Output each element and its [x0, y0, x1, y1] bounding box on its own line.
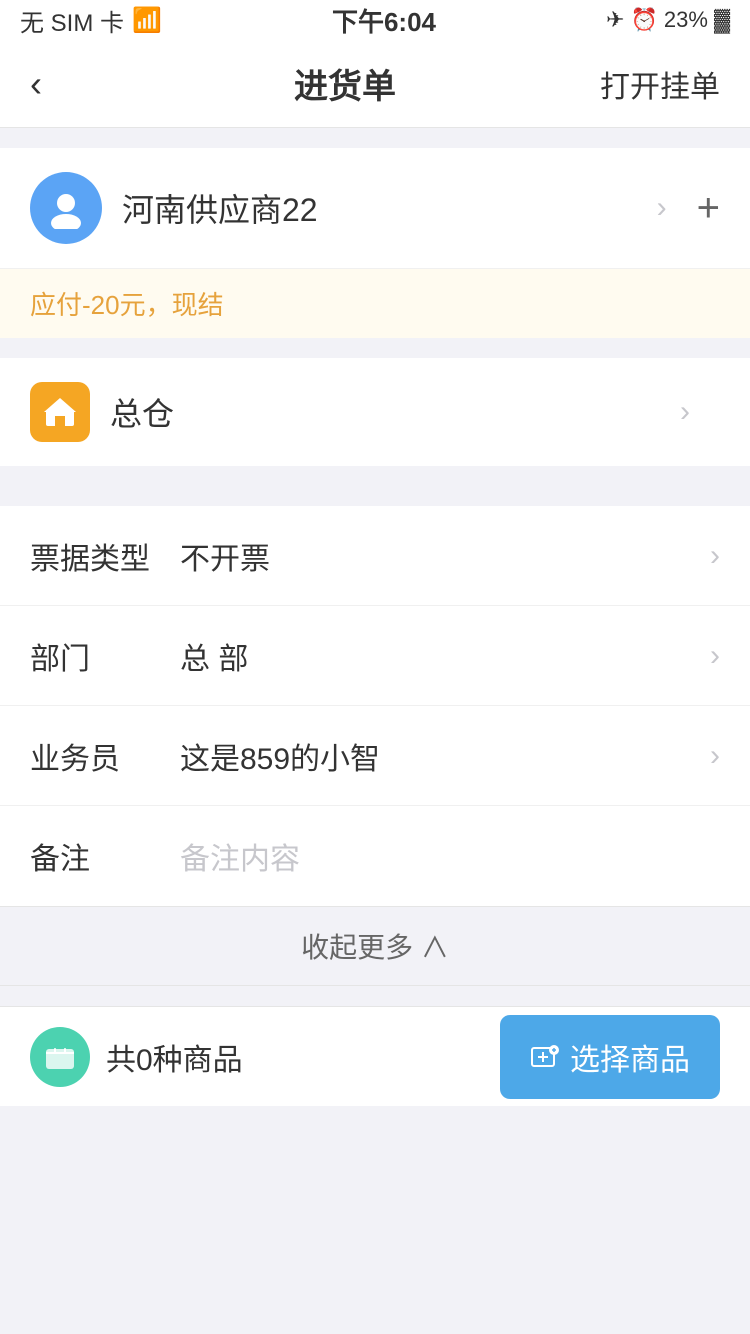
notice-bar: 应付-20元，现结 — [0, 269, 750, 338]
invoice-type-row[interactable]: 票据类型 不开票 › — [0, 506, 750, 606]
product-count: 共0种商品 — [106, 1035, 500, 1079]
location-icon: ✈ — [606, 7, 624, 33]
supplier-section: 河南供应商22 › + 应付-20元，现结 — [0, 148, 750, 338]
product-icon — [30, 1027, 90, 1087]
bottom-bar: 共0种商品 选择商品 — [0, 1006, 750, 1106]
gap-4 — [0, 986, 750, 1006]
status-bar: 无 SIM 卡 📶 下午6:04 ✈ ⏰ 23% ▓ — [0, 0, 750, 40]
invoice-type-value: 不开票 — [170, 534, 710, 578]
staff-row[interactable]: 业务员 这是859的小智 › — [0, 706, 750, 806]
avatar — [30, 172, 102, 244]
gap-3 — [0, 466, 750, 486]
add-icon[interactable]: + — [697, 186, 720, 231]
department-label: 部门 — [30, 634, 170, 678]
warehouse-section[interactable]: 总仓 › — [0, 358, 750, 466]
sim-label: 无 SIM 卡 — [20, 3, 124, 38]
gap-2 — [0, 338, 750, 358]
select-product-button[interactable]: 选择商品 — [500, 1015, 720, 1099]
invoice-chevron-icon: › — [710, 539, 720, 573]
warehouse-name: 总仓 — [110, 389, 680, 435]
remark-input[interactable]: 备注内容 — [170, 834, 720, 878]
alarm-icon: ⏰ — [630, 7, 657, 33]
staff-chevron-icon: › — [710, 739, 720, 773]
supplier-name: 河南供应商22 — [122, 185, 657, 231]
status-time: 下午6:04 — [332, 2, 436, 39]
department-value: 总 部 — [170, 634, 710, 678]
warehouse-chevron-icon: › — [680, 395, 690, 429]
staff-label: 业务员 — [30, 734, 170, 778]
form-section: 票据类型 不开票 › 部门 总 部 › 业务员 这是859的小智 › 备注 备注… — [0, 506, 750, 906]
status-right: ✈ ⏰ 23% ▓ — [606, 7, 730, 33]
page-title: 进货单 — [294, 59, 396, 108]
collapse-label: 收起更多 ∧ — [301, 926, 449, 966]
select-product-label: 选择商品 — [570, 1035, 690, 1079]
staff-value: 这是859的小智 — [170, 734, 710, 778]
supplier-chevron-icon: › — [657, 191, 667, 225]
nav-bar: ‹ 进货单 打开挂单 — [0, 40, 750, 128]
status-left: 无 SIM 卡 📶 — [20, 3, 162, 38]
remark-row[interactable]: 备注 备注内容 — [0, 806, 750, 906]
remark-label: 备注 — [30, 834, 170, 878]
open-pending-button[interactable]: 打开挂单 — [600, 62, 720, 106]
collapse-button[interactable]: 收起更多 ∧ — [0, 906, 750, 986]
gap-1 — [0, 128, 750, 148]
battery-icon: ▓ — [714, 7, 730, 33]
wifi-icon: 📶 — [132, 6, 162, 35]
back-button[interactable]: ‹ — [30, 63, 90, 105]
department-row[interactable]: 部门 总 部 › — [0, 606, 750, 706]
warehouse-row[interactable]: 总仓 › — [0, 358, 750, 466]
supplier-row[interactable]: 河南供应商22 › + — [0, 148, 750, 269]
department-chevron-icon: › — [710, 639, 720, 673]
warehouse-icon — [30, 382, 90, 442]
battery-label: 23% — [664, 7, 708, 33]
invoice-type-label: 票据类型 — [30, 534, 170, 578]
